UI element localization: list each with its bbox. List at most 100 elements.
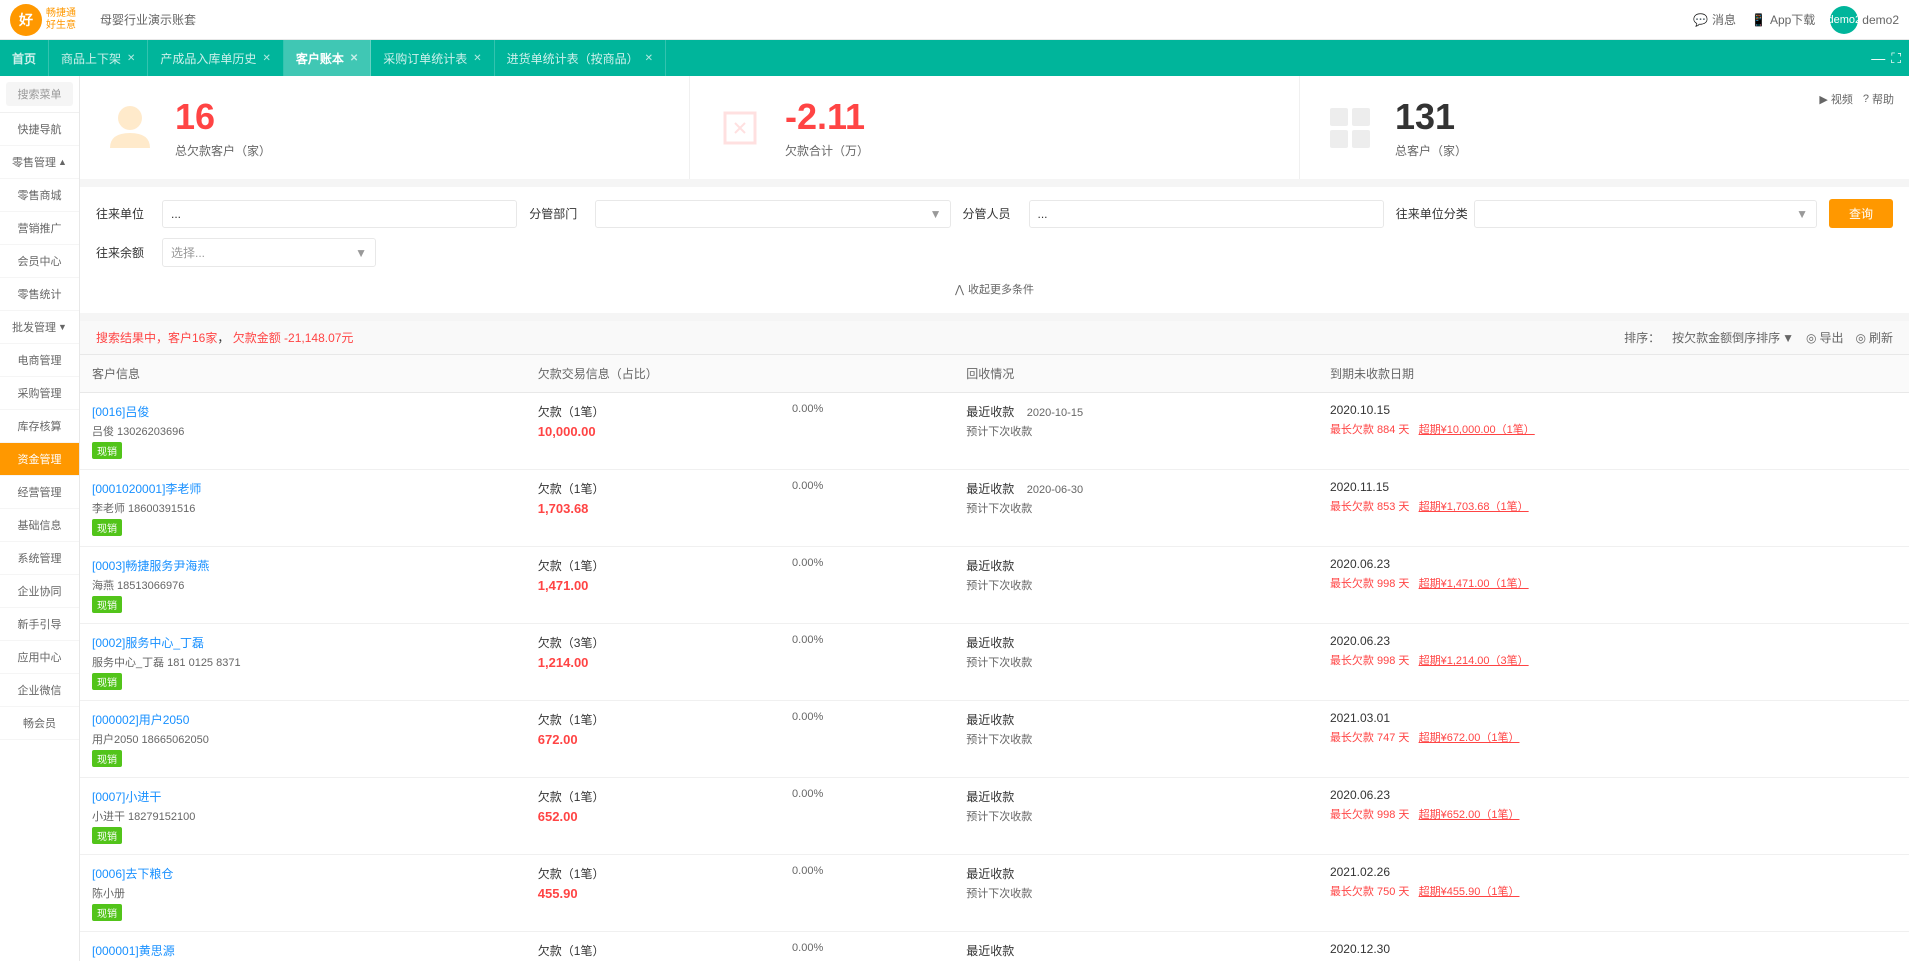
search-button[interactable]: 查询 xyxy=(1829,199,1893,228)
overdue-link-0[interactable]: 超期¥10,000.00（1笔） xyxy=(1419,424,1535,436)
message-btn[interactable]: 💬 消息 xyxy=(1693,11,1736,28)
stat-label-total-debt: 欠款合计（万） xyxy=(785,142,1279,159)
tab-customer-account-close[interactable]: ✕ xyxy=(350,53,358,64)
tab-purchase-order-close[interactable]: ✕ xyxy=(473,53,481,64)
debt-amount-3[interactable]: 1,214.00 xyxy=(538,655,748,670)
tab-purchase-order[interactable]: 采购订单统计表 ✕ xyxy=(371,40,494,76)
help-btn[interactable]: ? 帮助 xyxy=(1863,91,1894,107)
tab-product-history-close[interactable]: ✕ xyxy=(262,53,270,64)
tab-purchase-stats[interactable]: 进货单统计表（按商品） ✕ xyxy=(495,40,666,76)
tab-customer-account[interactable]: 客户账本 ✕ xyxy=(284,40,371,76)
cell-debt-percent-7: 0.00% xyxy=(760,932,954,961)
debt-amount-6[interactable]: 455.90 xyxy=(538,886,748,901)
sidebar-item-member[interactable]: 会员中心 xyxy=(0,245,79,278)
tab-product-list[interactable]: 商品上下架 ✕ xyxy=(49,40,148,76)
cell-debt-percent-1: 0.00% xyxy=(760,470,954,547)
customer-name-link-4[interactable]: [000002]用户2050 xyxy=(92,711,514,728)
user-menu[interactable]: demo2 demo2 xyxy=(1830,6,1899,34)
filter-dept-select[interactable]: ▼ xyxy=(595,200,950,228)
collapse-row: ⋀ 收起更多条件 xyxy=(96,277,1893,301)
debt-amount-0[interactable]: 10,000.00 xyxy=(538,424,748,439)
filter-balance-select[interactable]: 选择... ▼ xyxy=(162,238,376,267)
logo-text: 畅捷通好生意 xyxy=(46,8,76,32)
export-btn[interactable]: ◎ 导出 xyxy=(1806,329,1844,346)
result-summary-text: 搜索结果中，客户16家 xyxy=(96,331,217,345)
sidebar: 搜索菜单 快捷导航 零售管理 ▲ 零售商城 营销推广 会员中心 零售统计 批发管… xyxy=(0,76,80,961)
tab-purchase-stats-close[interactable]: ✕ xyxy=(645,53,653,64)
sidebar-item-enterprise[interactable]: 企业协同 xyxy=(0,575,79,608)
sidebar-item-ecommerce[interactable]: 电商管理 xyxy=(0,344,79,377)
sidebar-item-purchase-mgmt[interactable]: 采购管理 xyxy=(0,377,79,410)
overdue-link-5[interactable]: 超期¥652.00（1笔） xyxy=(1419,809,1520,821)
tab-product-history[interactable]: 产成品入库单历史 ✕ xyxy=(148,40,283,76)
overdue-link-4[interactable]: 超期¥672.00（1笔） xyxy=(1419,732,1520,744)
customer-name-link-2[interactable]: [0003]畅捷服务尹海燕 xyxy=(92,557,514,574)
sidebar-item-retail-mgmt[interactable]: 零售管理 ▲ xyxy=(0,146,79,179)
customer-name-link-3[interactable]: [0002]服务中心_丁磊 xyxy=(92,634,514,651)
customer-name-link-7[interactable]: [000001]黄思源 xyxy=(92,942,514,959)
filter-person-input[interactable]: ... xyxy=(1029,200,1384,228)
tab-product-list-close[interactable]: ✕ xyxy=(127,53,135,64)
debt-amount-1[interactable]: 1,703.68 xyxy=(538,501,748,516)
sidebar-item-finance[interactable]: 资金管理 xyxy=(0,443,79,476)
overdue-link-2[interactable]: 超期¥1,471.00（1笔） xyxy=(1419,578,1529,590)
customer-name-link-6[interactable]: [0006]去下粮仓 xyxy=(92,865,514,882)
sidebar-item-marketing[interactable]: 营销推广 xyxy=(0,212,79,245)
cell-due-date-5: 2020.06.23 最长欠款 998 天 超期¥652.00（1笔） xyxy=(1318,778,1909,855)
cell-due-date-7: 2020.12.30 最长欠款 808 天 超期¥429.00（1笔） xyxy=(1318,932,1909,961)
stat-actions: ▶ 视频 ? 帮助 xyxy=(1819,91,1894,107)
customer-tag-2: 现销 xyxy=(92,596,122,613)
sidebar-item-batch-mgmt[interactable]: 批发管理 ▼ xyxy=(0,311,79,344)
video-btn[interactable]: ▶ 视频 xyxy=(1819,91,1852,107)
overdue-link-3[interactable]: 超期¥1,214.00（3笔） xyxy=(1419,655,1529,667)
sort-select[interactable]: 按欠款金额倒序排序 ▼ xyxy=(1672,329,1794,346)
collection-info-7: 最近收款 xyxy=(966,942,1306,959)
app-download-btn[interactable]: 📱 App下载 xyxy=(1751,11,1815,28)
filter-unit-category-select[interactable]: ▼ xyxy=(1474,200,1817,228)
sidebar-item-app-center[interactable]: 应用中心 xyxy=(0,641,79,674)
filter-person: 分管人员 ... xyxy=(963,200,1384,228)
tab-minimize-icon[interactable]: — xyxy=(1871,50,1885,66)
sidebar-item-system[interactable]: 系统管理 xyxy=(0,542,79,575)
customer-name-link-0[interactable]: [0016]吕俊 xyxy=(92,403,514,420)
debt-amount-5[interactable]: 652.00 xyxy=(538,809,748,824)
cell-collection-1: 最近收款 2020-06-30 预计下次收款 xyxy=(954,470,1318,547)
th-debt-info: 欠款交易信息（占比） xyxy=(526,355,954,393)
collapse-button[interactable]: ⋀ 收起更多条件 xyxy=(955,281,1034,297)
dept-arrow-icon: ▼ xyxy=(930,207,942,221)
debt-count-6: 欠款（1笔） xyxy=(538,865,748,882)
sidebar-item-vip[interactable]: 畅会员 xyxy=(0,707,79,740)
overdue-link-6[interactable]: 超期¥455.90（1笔） xyxy=(1419,886,1520,898)
sidebar-search-btn[interactable]: 搜索菜单 xyxy=(6,82,73,106)
table-row: [000001]黄思源 黄思源 13552700226 现销 欠款（1笔） 42… xyxy=(80,932,1909,961)
sidebar-item-guide[interactable]: 新手引导 xyxy=(0,608,79,641)
sidebar-item-basic-info[interactable]: 基础信息 xyxy=(0,509,79,542)
sidebar-search-area: 搜索菜单 xyxy=(0,76,79,113)
refresh-btn[interactable]: ◎ 刷新 xyxy=(1856,329,1894,346)
debt-amount-4[interactable]: 672.00 xyxy=(538,732,748,747)
customer-name-link-1[interactable]: [0001020001]李老师 xyxy=(92,480,514,497)
message-icon: 💬 xyxy=(1693,13,1708,27)
cell-collection-7: 最近收款 预计下次收款 xyxy=(954,932,1318,961)
customer-name-link-5[interactable]: [0007]小进干 xyxy=(92,788,514,805)
debt-amount-2[interactable]: 1,471.00 xyxy=(538,578,748,593)
table-row: [0001020001]李老师 李老师 18600391516 现销 欠款（1笔… xyxy=(80,470,1909,547)
tab-home[interactable]: 首页 xyxy=(0,40,49,76)
sidebar-item-retail-stats[interactable]: 零售统计 xyxy=(0,278,79,311)
sidebar-item-quick-nav[interactable]: 快捷导航 xyxy=(0,113,79,146)
filter-customer-unit-input[interactable]: ... xyxy=(162,200,517,228)
cell-customer-info-7: [000001]黄思源 黄思源 13552700226 现销 xyxy=(80,932,526,961)
debt-percent-0: 0.00% xyxy=(792,403,942,415)
overdue-link-1[interactable]: 超期¥1,703.68（1笔） xyxy=(1419,501,1529,513)
sidebar-item-operation[interactable]: 经营管理 xyxy=(0,476,79,509)
last-collection-label-2: 最近收款 xyxy=(966,559,1014,573)
sidebar-item-inventory[interactable]: 库存核算 xyxy=(0,410,79,443)
filter-customer-unit-label: 往来单位 xyxy=(96,205,156,222)
sidebar-item-corp-wechat[interactable]: 企业微信 xyxy=(0,674,79,707)
overdue-info-3: 最长欠款 998 天 超期¥1,214.00（3笔） xyxy=(1330,652,1897,668)
sidebar-item-retail-mall[interactable]: 零售商城 xyxy=(0,179,79,212)
debt-count-5: 欠款（1笔） xyxy=(538,788,748,805)
video-label: 视频 xyxy=(1831,91,1853,107)
result-bar: 搜索结果中，客户16家， 欠款金额 -21,148.07元 排序： 按欠款金额倒… xyxy=(80,321,1909,355)
tab-maximize-icon[interactable]: ⛶ xyxy=(1891,50,1901,67)
